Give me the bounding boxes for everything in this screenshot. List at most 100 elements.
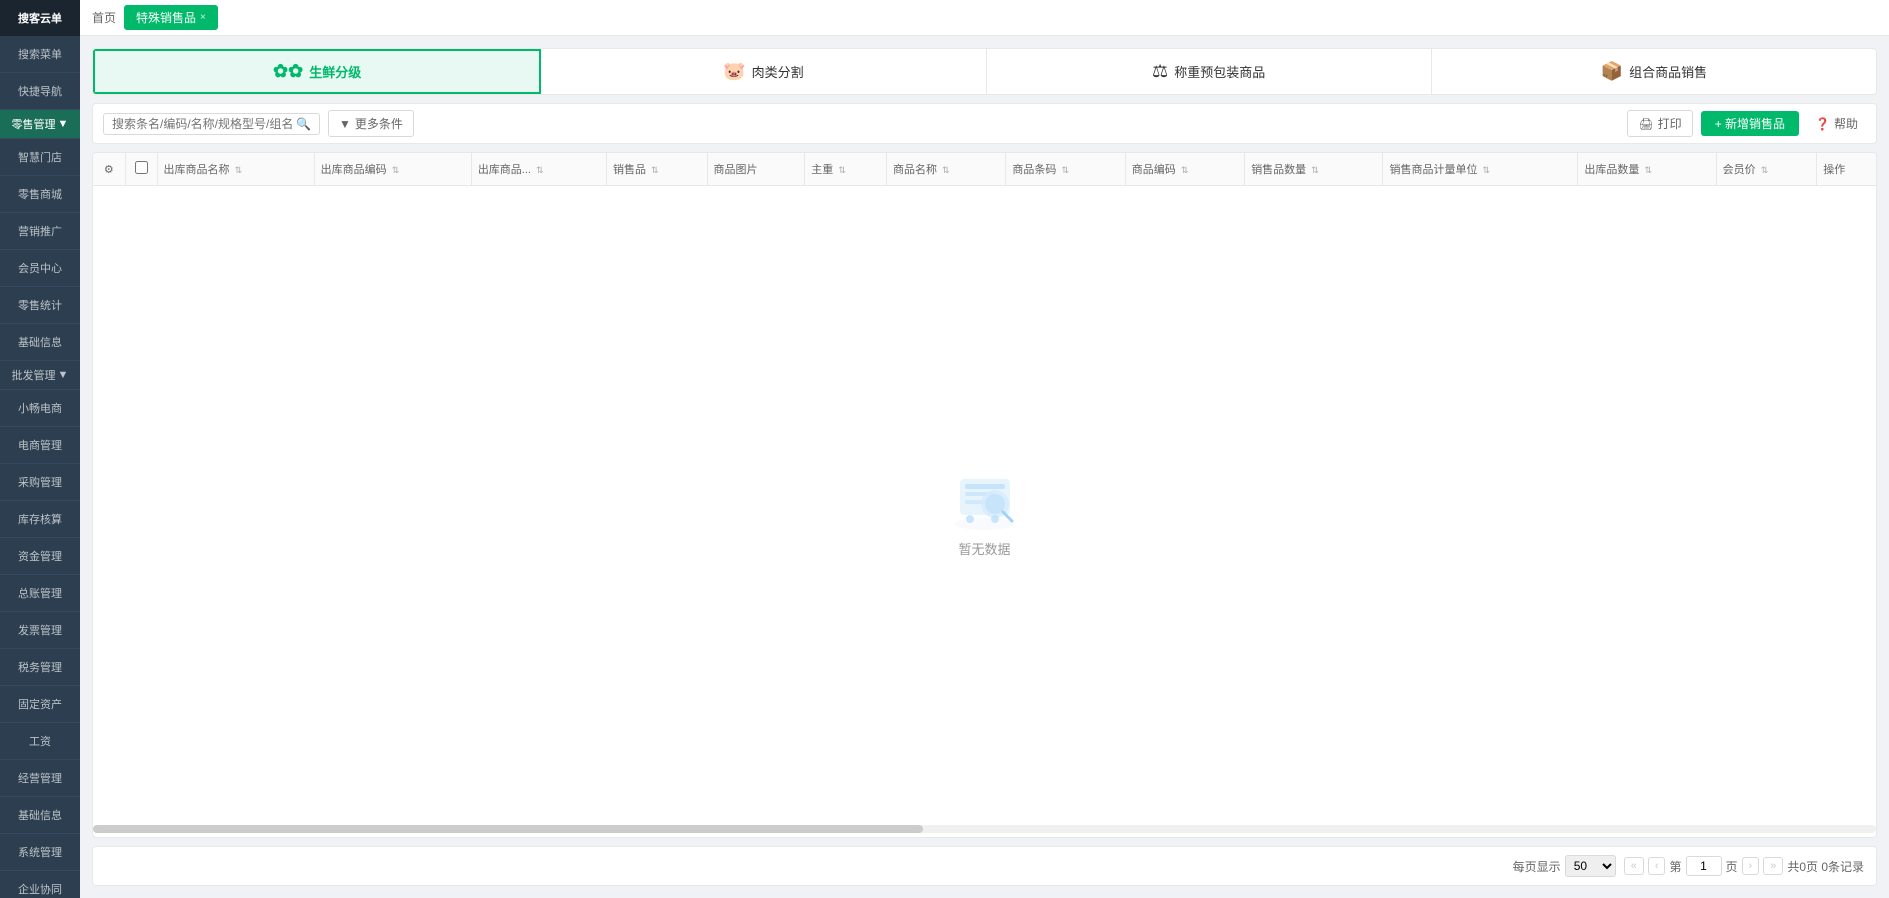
sidebar-item-smart-store[interactable]: 智慧门店	[0, 139, 80, 176]
cat-tab-combo-sales[interactable]: 📦 组合商品销售	[1432, 49, 1876, 94]
chevron-down-icon: ▼	[58, 118, 69, 130]
sidebar-item-inventory[interactable]: 库存核算	[0, 501, 80, 538]
meat-cut-icon: 🐷	[723, 61, 745, 82]
th-actions: 操作	[1817, 153, 1876, 186]
combo-icon: 📦	[1601, 61, 1623, 82]
sidebar-label: 零售商城	[18, 186, 62, 202]
sidebar-label: 基础信息	[18, 334, 62, 350]
sidebar-item-salary[interactable]: 工资	[0, 723, 80, 760]
sort-icon[interactable]: ⇅	[838, 165, 846, 175]
sort-icon[interactable]: ⇅	[235, 165, 243, 175]
sidebar-item-retail-mall[interactable]: 零售商城	[0, 176, 80, 213]
settings-col-icon: ⚙	[104, 164, 114, 176]
th-member-price: 会员价 ⇅	[1716, 153, 1817, 186]
pagination: 每页显示 50 10 20 100 « ‹ 第 页 › » 共0页 0条记录	[92, 846, 1877, 886]
sidebar-item-ecommerce[interactable]: 小畅电商	[0, 390, 80, 427]
sidebar-label: 库存核算	[18, 511, 62, 527]
sidebar-item-retail-stats[interactable]: 零售统计	[0, 287, 80, 324]
sidebar-item-operation-mgmt[interactable]: 经营管理	[0, 760, 80, 797]
cat-tab-weigh-prepack[interactable]: ⚖ 称重预包装商品	[987, 49, 1432, 94]
tab-label: 特殊销售品	[136, 9, 196, 26]
help-label: 帮助	[1834, 115, 1858, 132]
per-page-label: 每页显示	[1513, 858, 1561, 875]
sidebar-item-ecom-mgmt[interactable]: 电商管理	[0, 427, 80, 464]
sidebar-label: 营销推广	[18, 223, 62, 239]
sidebar-item-retail-mgmt[interactable]: 零售管理 ▼	[0, 110, 80, 139]
page-input[interactable]	[1686, 856, 1722, 876]
sidebar-item-tax-mgmt[interactable]: 税务管理	[0, 649, 80, 686]
help-button[interactable]: ❓ 帮助	[1807, 111, 1866, 136]
search-icon[interactable]: 🔍	[296, 117, 311, 131]
sort-icon[interactable]: ⇅	[1761, 165, 1769, 175]
print-icon: 🖨	[1638, 117, 1653, 131]
sidebar-item-marketing[interactable]: 营销推广	[0, 213, 80, 250]
sidebar-item-invoice-mgmt[interactable]: 发票管理	[0, 612, 80, 649]
sort-icon[interactable]: ⇅	[1311, 165, 1319, 175]
sort-icon[interactable]: ⇅	[1483, 165, 1491, 175]
sidebar-item-wholesale-mgmt[interactable]: 批发管理 ▼	[0, 361, 80, 390]
th-out-goods-extra: 出库商品... ⇅	[471, 153, 606, 186]
sort-icon[interactable]: ⇅	[651, 165, 659, 175]
sidebar-label: 批发管理	[12, 367, 56, 383]
sidebar-item-fixed-assets[interactable]: 固定资产	[0, 686, 80, 723]
horizontal-scrollbar[interactable]	[93, 825, 1876, 833]
sidebar-item-member-center[interactable]: 会员中心	[0, 250, 80, 287]
first-page-button[interactable]: «	[1624, 857, 1644, 875]
search-input[interactable]	[112, 117, 292, 131]
sidebar-label: 会员中心	[18, 260, 62, 276]
empty-state: 暂无数据	[93, 186, 1876, 821]
sort-icon[interactable]: ⇅	[942, 165, 950, 175]
print-label: 打印	[1658, 115, 1682, 132]
scrollbar-thumb[interactable]	[93, 825, 923, 833]
sidebar-item-ledger-mgmt[interactable]: 总账管理	[0, 575, 80, 612]
pagination-nav: « ‹ 第 页 › » 共0页 0条记录	[1624, 856, 1864, 876]
add-label: + 新增销售品	[1715, 115, 1785, 132]
last-page-button[interactable]: »	[1763, 857, 1783, 875]
sidebar-label: 快捷导航	[18, 83, 62, 99]
cat-tab-meat-cut[interactable]: 🐷 肉类分割	[541, 49, 986, 94]
sort-icon[interactable]: ⇅	[392, 165, 400, 175]
topbar: 首页 特殊销售品 ×	[80, 0, 1889, 36]
th-sale-goods: 销售品 ⇅	[606, 153, 707, 186]
sort-icon[interactable]: ⇅	[1644, 165, 1652, 175]
per-page-select[interactable]: 50 10 20 100	[1565, 855, 1616, 877]
cat-tab-label: 肉类分割	[752, 62, 804, 81]
sidebar-item-enterprise-collab[interactable]: 企业协同	[0, 871, 80, 898]
active-tab[interactable]: 特殊销售品 ×	[124, 5, 218, 30]
th-checkbox[interactable]	[125, 153, 157, 186]
sidebar: 搜客云单 搜索菜单 快捷导航 零售管理 ▼ 智慧门店 零售商城 营销推广 会员中…	[0, 0, 80, 898]
sidebar-item-system-mgmt[interactable]: 系统管理	[0, 834, 80, 871]
sidebar-item-search-menu[interactable]: 搜索菜单	[0, 36, 80, 73]
select-all-checkbox[interactable]	[135, 161, 148, 174]
home-link[interactable]: 首页	[92, 9, 116, 26]
sort-icon[interactable]: ⇅	[1181, 165, 1189, 175]
sort-icon[interactable]: ⇅	[536, 165, 544, 175]
th-settings[interactable]: ⚙	[93, 153, 125, 186]
sidebar-label: 系统管理	[18, 844, 62, 860]
th-out-goods-name: 出库商品名称 ⇅	[157, 153, 314, 186]
next-page-button[interactable]: ›	[1742, 857, 1760, 875]
add-button[interactable]: + 新增销售品	[1701, 111, 1799, 136]
table-header-row: ⚙ 出库商品名称 ⇅ 出库商品编码 ⇅	[93, 153, 1876, 186]
main-content: 首页 特殊销售品 × ✿✿ 生鲜分级 🐷 肉类分割 ⚖ 称重预包装商品 📦 组合…	[80, 0, 1889, 898]
sidebar-item-basic-info-2[interactable]: 基础信息	[0, 797, 80, 834]
print-button[interactable]: 🖨 打印	[1627, 110, 1692, 137]
filter-label: 更多条件	[355, 115, 403, 132]
th-sale-qty: 销售品数量 ⇅	[1245, 153, 1383, 186]
th-goods-code: 商品编码 ⇅	[1125, 153, 1244, 186]
sidebar-item-purchase-mgmt[interactable]: 采购管理	[0, 464, 80, 501]
sidebar-item-quick-nav[interactable]: 快捷导航	[0, 73, 80, 110]
sidebar-item-basic-info[interactable]: 基础信息	[0, 324, 80, 361]
sort-icon[interactable]: ⇅	[1061, 165, 1069, 175]
sidebar-label: 工资	[29, 733, 51, 749]
prev-page-button[interactable]: ‹	[1648, 857, 1666, 875]
sidebar-item-fund-mgmt[interactable]: 资金管理	[0, 538, 80, 575]
page-prefix: 第	[1669, 858, 1681, 875]
sidebar-label: 经营管理	[18, 770, 62, 786]
filter-button[interactable]: ▼ 更多条件	[328, 110, 414, 137]
cat-tab-fresh-grade[interactable]: ✿✿ 生鲜分级	[93, 49, 541, 94]
sidebar-label: 发票管理	[18, 622, 62, 638]
sidebar-label: 资金管理	[18, 548, 62, 564]
data-table: ⚙ 出库商品名称 ⇅ 出库商品编码 ⇅	[93, 153, 1876, 186]
close-tab-icon[interactable]: ×	[200, 12, 206, 23]
